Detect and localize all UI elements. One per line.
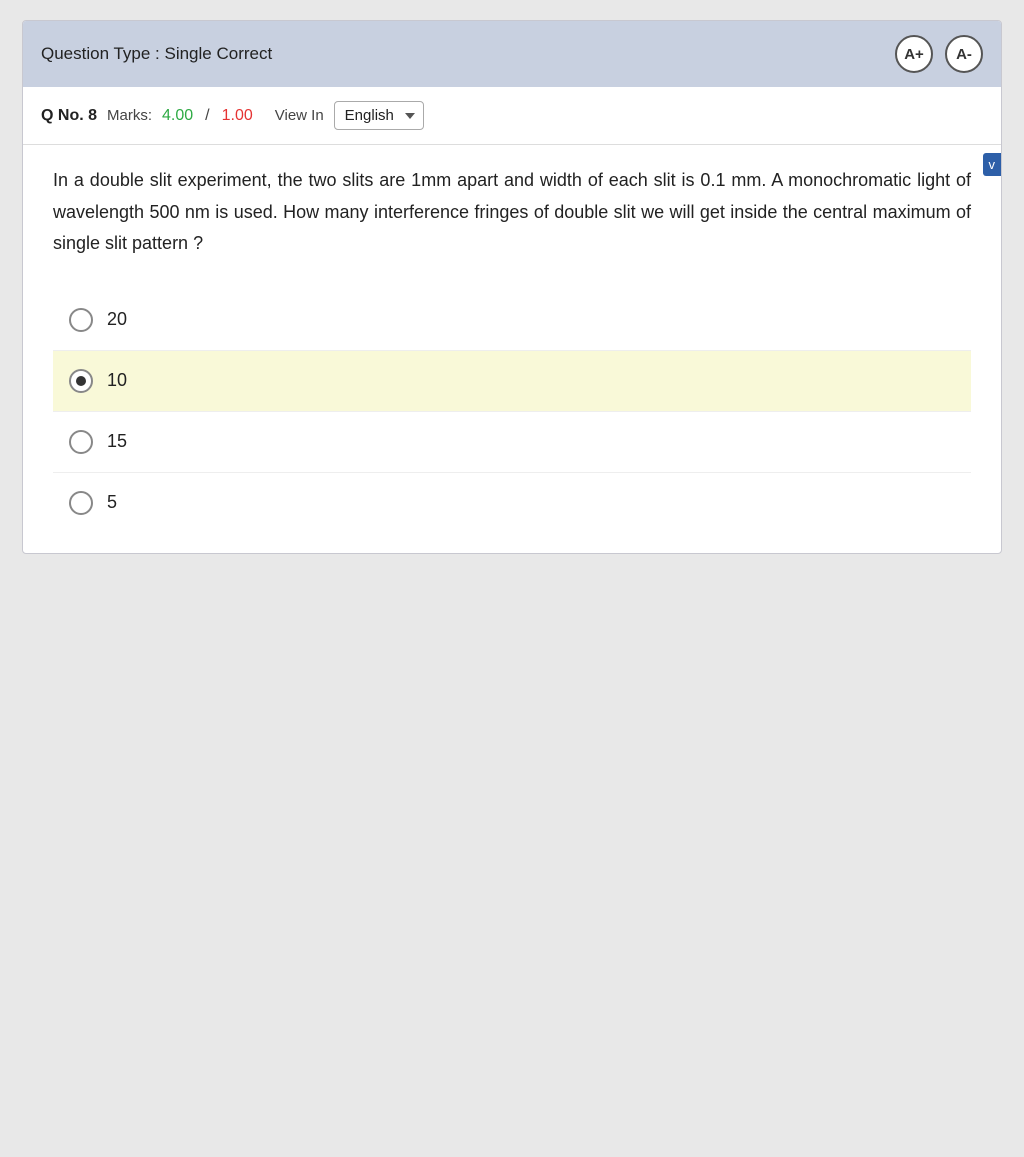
- radio-circle-option-c: [69, 430, 93, 454]
- option-label-d: 5: [107, 492, 117, 513]
- option-label-b: 10: [107, 370, 127, 391]
- option-item[interactable]: 15: [53, 412, 971, 473]
- question-number: Q No. 8: [41, 107, 97, 125]
- option-item[interactable]: 5: [53, 473, 971, 533]
- radio-circle-option-d: [69, 491, 93, 515]
- question-text: In a double slit experiment, the two sli…: [53, 165, 971, 260]
- question-card: Question Type : Single Correct A+ A- Q N…: [22, 20, 1002, 554]
- font-decrease-button[interactable]: A-: [945, 35, 983, 73]
- language-select[interactable]: EnglishHindi: [334, 101, 424, 130]
- question-type-label: Question Type : Single Correct: [41, 44, 883, 64]
- option-label-a: 20: [107, 309, 127, 330]
- marks-positive-value: 4.00: [162, 107, 193, 125]
- options-list: 20 10 15 5: [53, 290, 971, 533]
- question-body: v In a double slit experiment, the two s…: [23, 145, 1001, 553]
- font-increase-button[interactable]: A+: [895, 35, 933, 73]
- meta-bar: Q No. 8 Marks: 4.00 / 1.00 View In Engli…: [23, 87, 1001, 145]
- radio-circle-option-a: [69, 308, 93, 332]
- radio-circle-option-b: [69, 369, 93, 393]
- option-item[interactable]: 10: [53, 351, 971, 412]
- option-label-c: 15: [107, 431, 127, 452]
- marks-separator: /: [205, 107, 209, 125]
- option-item[interactable]: 20: [53, 290, 971, 351]
- marks-negative-value: 1.00: [222, 107, 253, 125]
- marks-label: Marks:: [107, 107, 152, 124]
- card-header: Question Type : Single Correct A+ A-: [23, 21, 1001, 87]
- scroll-indicator[interactable]: v: [983, 153, 1002, 176]
- view-in-label: View In: [275, 107, 324, 124]
